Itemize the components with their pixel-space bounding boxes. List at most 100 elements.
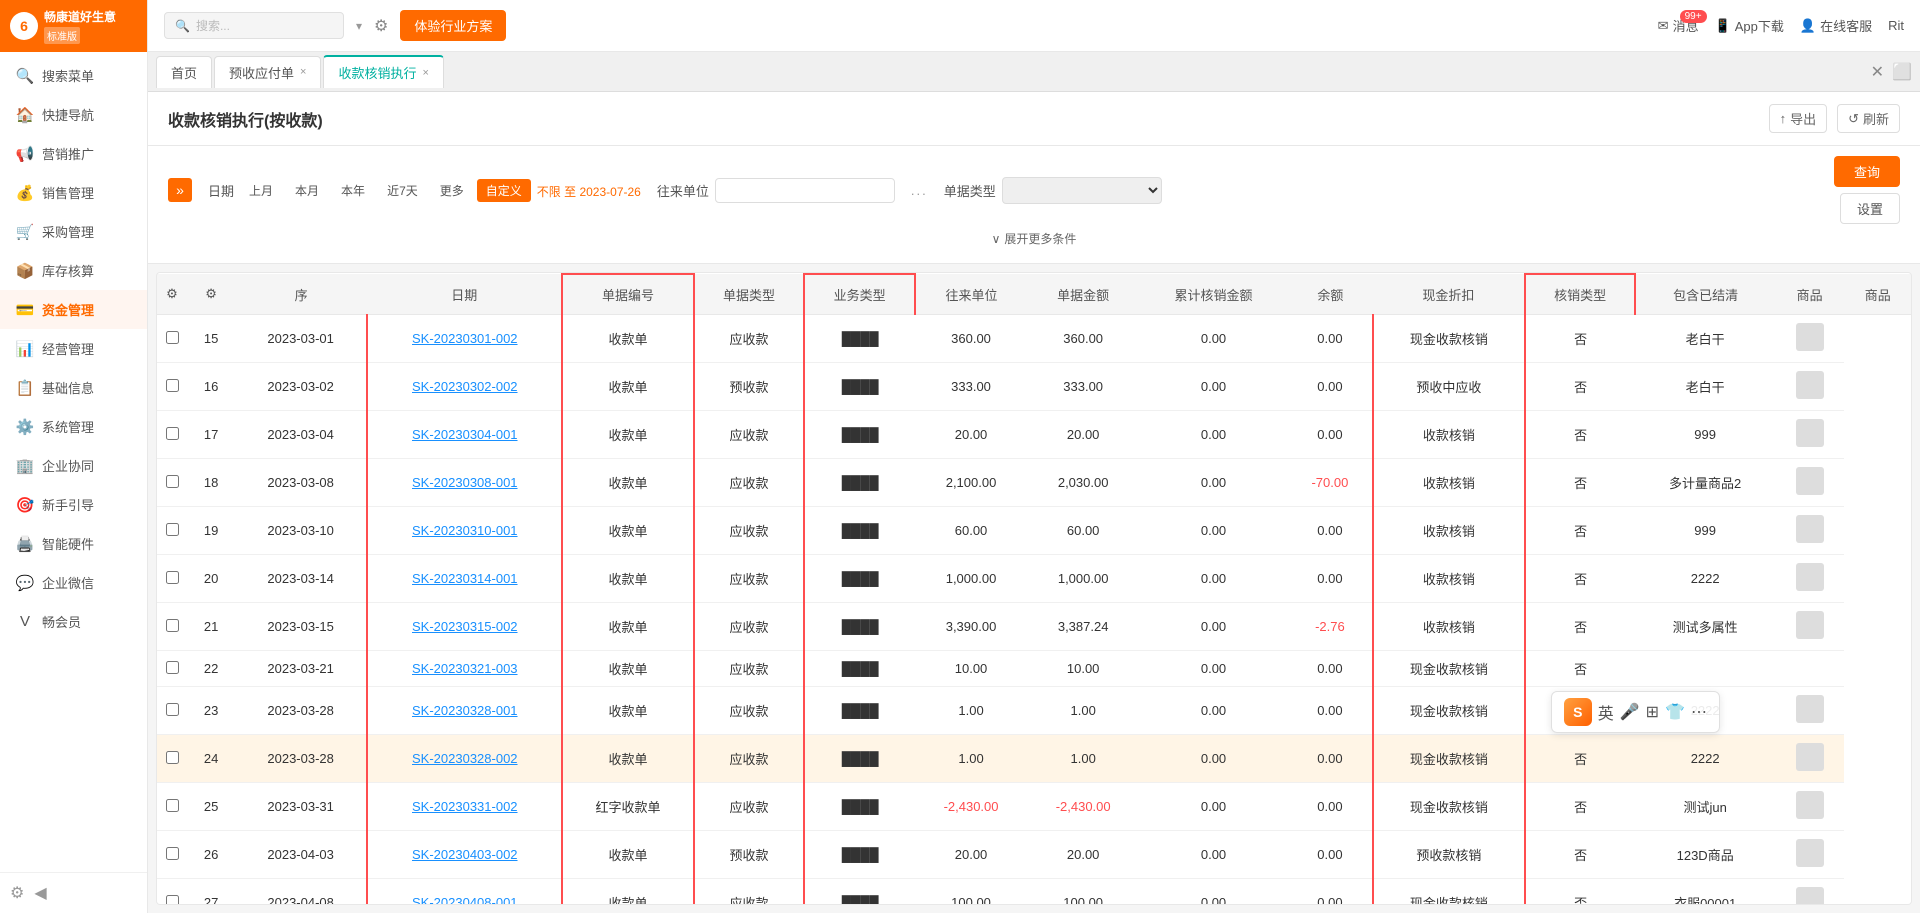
- filter-date-btn-custom[interactable]: 自定义: [477, 179, 531, 202]
- row-settings-0[interactable]: [157, 315, 187, 363]
- row-checkbox-4[interactable]: [166, 523, 179, 536]
- sidebar-item-sales[interactable]: 💰销售管理: [0, 173, 147, 212]
- sidebar-item-guide[interactable]: 🎯新手引导: [0, 485, 147, 524]
- row-checkbox-3[interactable]: [166, 475, 179, 488]
- sidebar-item-hardware[interactable]: 🖨️智能硬件: [0, 524, 147, 563]
- filter-partner-input[interactable]: [715, 178, 895, 203]
- row-settings-1[interactable]: [157, 363, 187, 411]
- topbar-dropdown-arrow[interactable]: ▾: [356, 19, 362, 33]
- sidebar-item-marketing[interactable]: 📢营销推广: [0, 134, 147, 173]
- online-service-action[interactable]: 👤 在线客服: [1800, 16, 1872, 35]
- filter-date-btn-0[interactable]: 上月: [240, 178, 282, 203]
- row-12-order_no[interactable]: SK-20230408-001: [367, 879, 562, 906]
- row-11-order_no[interactable]: SK-20230403-002: [367, 831, 562, 879]
- row-settings-3[interactable]: [157, 459, 187, 507]
- sidebar-item-operations[interactable]: 📊经营管理: [0, 329, 147, 368]
- filter-query-button[interactable]: 查询: [1834, 156, 1900, 187]
- settings-bottom-icon[interactable]: ⚙: [10, 883, 24, 903]
- order-link-8[interactable]: SK-20230328-001: [412, 703, 518, 718]
- order-link-5[interactable]: SK-20230314-001: [412, 571, 518, 586]
- order-link-1[interactable]: SK-20230302-002: [412, 379, 518, 394]
- row-settings-4[interactable]: [157, 507, 187, 555]
- row-settings-10[interactable]: [157, 783, 187, 831]
- row-settings-5[interactable]: [157, 555, 187, 603]
- messages-action[interactable]: ✉ 消息 99+: [1658, 16, 1699, 35]
- filter-receipt-type-select[interactable]: [1002, 177, 1162, 204]
- watermark-shirt-icon[interactable]: 👕: [1665, 702, 1685, 722]
- order-link-9[interactable]: SK-20230328-002: [412, 751, 518, 766]
- row-5-order_no[interactable]: SK-20230314-001: [367, 555, 562, 603]
- row-6-order_no[interactable]: SK-20230315-002: [367, 603, 562, 651]
- row-10-order_no[interactable]: SK-20230331-002: [367, 783, 562, 831]
- row-settings-9[interactable]: [157, 735, 187, 783]
- topbar-gear-icon[interactable]: ⚙: [374, 16, 388, 36]
- row-checkbox-6[interactable]: [166, 619, 179, 632]
- filter-date-btn-2[interactable]: 本年: [332, 178, 374, 203]
- app-download-action[interactable]: 📱 App下载: [1715, 16, 1784, 35]
- order-link-6[interactable]: SK-20230315-002: [412, 619, 518, 634]
- sidebar-item-search[interactable]: 🔍搜索菜单: [0, 56, 147, 95]
- sidebar-item-system[interactable]: ⚙️系统管理: [0, 407, 147, 446]
- row-checkbox-7[interactable]: [166, 661, 179, 674]
- maximize-window-icon[interactable]: ⬜: [1892, 62, 1912, 82]
- watermark-mic-icon[interactable]: 🎤: [1620, 702, 1640, 722]
- row-settings-7[interactable]: [157, 651, 187, 687]
- order-link-11[interactable]: SK-20230403-002: [412, 847, 518, 862]
- filter-date-btn-3[interactable]: 近7天: [378, 178, 427, 203]
- row-settings-11[interactable]: [157, 831, 187, 879]
- tab-home[interactable]: 首页: [156, 56, 212, 88]
- sidebar-item-shortcut[interactable]: 🏠快捷导航: [0, 95, 147, 134]
- row-0-order_no[interactable]: SK-20230301-002: [367, 315, 562, 363]
- watermark-more-icon[interactable]: ⋯: [1691, 702, 1707, 722]
- user-name[interactable]: Rit: [1888, 18, 1904, 33]
- col-header-settings[interactable]: ⚙: [157, 274, 187, 315]
- collapse-icon[interactable]: ◀: [34, 883, 46, 903]
- tab-close-receipt[interactable]: ×: [422, 67, 428, 79]
- sidebar-item-enterprise[interactable]: 🏢企业协同: [0, 446, 147, 485]
- close-window-icon[interactable]: ✕: [1871, 62, 1884, 82]
- row-2-order_no[interactable]: SK-20230304-001: [367, 411, 562, 459]
- filter-date-btn-4[interactable]: 更多: [431, 178, 473, 203]
- order-link-4[interactable]: SK-20230310-001: [412, 523, 518, 538]
- filter-settings-button[interactable]: 设置: [1840, 193, 1900, 224]
- row-checkbox-12[interactable]: [166, 895, 179, 906]
- order-link-7[interactable]: SK-20230321-003: [412, 661, 518, 676]
- row-checkbox-11[interactable]: [166, 847, 179, 860]
- sidebar-item-wechat[interactable]: 💬企业微信: [0, 563, 147, 602]
- row-settings-8[interactable]: [157, 687, 187, 735]
- row-8-order_no[interactable]: SK-20230328-001: [367, 687, 562, 735]
- watermark-grid-icon[interactable]: ⊞: [1646, 702, 1659, 722]
- row-checkbox-8[interactable]: [166, 703, 179, 716]
- tab-prepay[interactable]: 预收应付单×: [214, 56, 321, 88]
- row-settings-12[interactable]: [157, 879, 187, 906]
- order-link-3[interactable]: SK-20230308-001: [412, 475, 518, 490]
- topbar-search[interactable]: 🔍 搜索...: [164, 12, 344, 39]
- refresh-button[interactable]: ↺ 刷新: [1837, 104, 1900, 133]
- sidebar-item-purchase[interactable]: 🛒采购管理: [0, 212, 147, 251]
- sidebar-item-finance[interactable]: 💳资金管理: [0, 290, 147, 329]
- row-checkbox-5[interactable]: [166, 571, 179, 584]
- row-settings-6[interactable]: [157, 603, 187, 651]
- filter-date-btn-1[interactable]: 本月: [286, 178, 328, 203]
- expand-more-conditions[interactable]: ∨ 展开更多条件: [168, 224, 1900, 253]
- order-link-12[interactable]: SK-20230408-001: [412, 895, 518, 905]
- tab-close-prepay[interactable]: ×: [300, 66, 306, 78]
- row-checkbox-10[interactable]: [166, 799, 179, 812]
- filter-expand-button[interactable]: »: [168, 178, 192, 202]
- sidebar-item-member[interactable]: V畅会员: [0, 602, 147, 641]
- sidebar-item-basic[interactable]: 📋基础信息: [0, 368, 147, 407]
- row-3-order_no[interactable]: SK-20230308-001: [367, 459, 562, 507]
- row-7-order_no[interactable]: SK-20230321-003: [367, 651, 562, 687]
- row-checkbox-0[interactable]: [166, 331, 179, 344]
- row-4-order_no[interactable]: SK-20230310-001: [367, 507, 562, 555]
- row-1-order_no[interactable]: SK-20230302-002: [367, 363, 562, 411]
- order-link-10[interactable]: SK-20230331-002: [412, 799, 518, 814]
- row-checkbox-1[interactable]: [166, 379, 179, 392]
- order-link-0[interactable]: SK-20230301-002: [412, 331, 518, 346]
- watermark-text-icon[interactable]: 英: [1598, 700, 1614, 724]
- row-9-order_no[interactable]: SK-20230328-002: [367, 735, 562, 783]
- row-checkbox-2[interactable]: [166, 427, 179, 440]
- order-link-2[interactable]: SK-20230304-001: [412, 427, 518, 442]
- row-settings-2[interactable]: [157, 411, 187, 459]
- tab-receipt[interactable]: 收款核销执行×: [323, 55, 443, 88]
